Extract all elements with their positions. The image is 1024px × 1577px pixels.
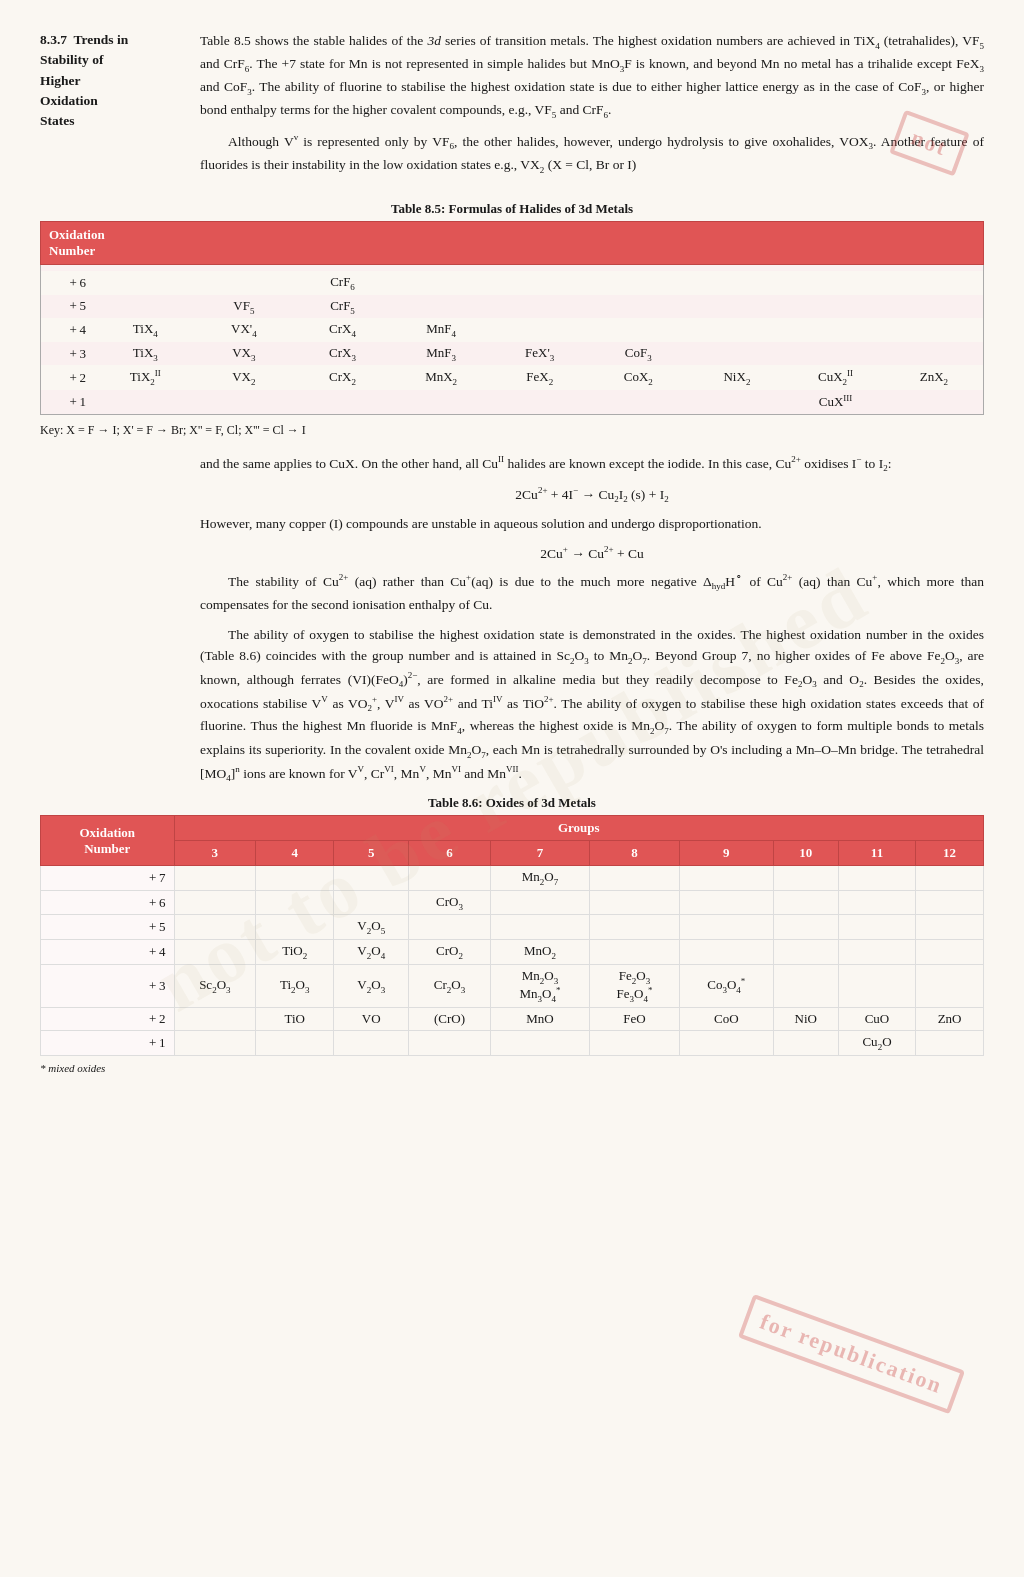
equation-2: 2Cu+ → Cu2+ + Cu	[200, 542, 984, 564]
section-837: 8.3.7 Trends inStability ofHigherOxidati…	[40, 30, 984, 185]
page: 8.3.7 Trends inStability ofHigherOxidati…	[0, 0, 1024, 1577]
table85-header-label: OxidationNumber	[49, 227, 105, 258]
intro-p2: Although Vv is represented only by VF6, …	[200, 130, 984, 177]
table86-header-sub: 3 4 5 6 7 8 9 10 11 12	[41, 841, 984, 866]
table86-row-6: + 6 CrO3	[41, 890, 984, 915]
after85-p2: However, many copper (I) compounds are u…	[200, 513, 984, 535]
table85-row-4: + 4 TiX4 VX'4 CrX4 MnF4	[41, 318, 984, 342]
section-label: 8.3.7 Trends inStability ofHigherOxidati…	[40, 30, 180, 185]
table85-row-6: + 6 CrF6	[41, 271, 984, 295]
table-86: OxidationNumber Groups 3 4 5 6 7 8 9 10 …	[40, 815, 984, 1055]
after85-p1: and the same applies to CuX. On the othe…	[200, 452, 984, 476]
mixed-oxides-note: * mixed oxides	[40, 1062, 984, 1074]
table85-title: Table 8.5: Formulas of Halides of 3d Met…	[40, 201, 984, 217]
table85-header: OxidationNumber	[41, 221, 984, 264]
content-after-85: and the same applies to CuX. On the othe…	[200, 452, 984, 786]
table85-row-2: + 2 TiX2II VX2 CrX2 MnX2 FeX2 CoX2 NiX2 …	[41, 365, 984, 390]
table85-header-row: OxidationNumber	[41, 221, 984, 264]
after85-p3: The stability of Cu2+ (aq) rather than C…	[200, 570, 984, 615]
table-85: OxidationNumber + 6 CrF6	[40, 221, 984, 415]
table86-ox-header: OxidationNumber	[41, 816, 175, 866]
table86-header-top: OxidationNumber Groups	[41, 816, 984, 841]
after85-p4: The ability of oxygen to stabilise the h…	[200, 624, 984, 786]
table85-key: Key: X = F → I; X' = F → Br; X'' = F, Cl…	[40, 423, 984, 438]
table86-row-2: + 2 TiO VO (CrO) MnO FeO CoO NiO CuO ZnO	[41, 1008, 984, 1031]
table86-row-3: + 3 Sc2O3 Ti2O3 V2O3 Cr2O3 Mn2O3Mn3O4* F…	[41, 964, 984, 1008]
table85-row-3: + 3 TiX3 VX3 CrX3 MnF3 FeX'3 CoF3	[41, 342, 984, 366]
section-number: 8.3.7	[40, 32, 67, 47]
section-intro-content: Table 8.5 shows the stable halides of th…	[200, 30, 984, 185]
table86-row-1: + 1 Cu2O	[41, 1031, 984, 1056]
intro-p1: Table 8.5 shows the stable halides of th…	[200, 30, 984, 122]
table86-row-5: + 5 V2O5	[41, 915, 984, 940]
table86-groups-header: Groups	[174, 816, 983, 841]
table86-row-4: + 4 TiO2 V2O4 CrO2 MnO2	[41, 939, 984, 964]
table85-row-1: + 1 CuXIII	[41, 390, 984, 414]
table86-row-7: + 7 Mn2O7	[41, 866, 984, 891]
ox-6: + 6	[41, 271, 96, 295]
table85-row-5: + 5 VF5 CrF5	[41, 295, 984, 319]
equation-1: 2Cu2+ + 4I− → Cu2I2 (s) + I2	[200, 483, 984, 507]
table86-title: Table 8.6: Oxides of 3d Metals	[40, 795, 984, 811]
stamp-bottom: for republication	[738, 1294, 965, 1414]
